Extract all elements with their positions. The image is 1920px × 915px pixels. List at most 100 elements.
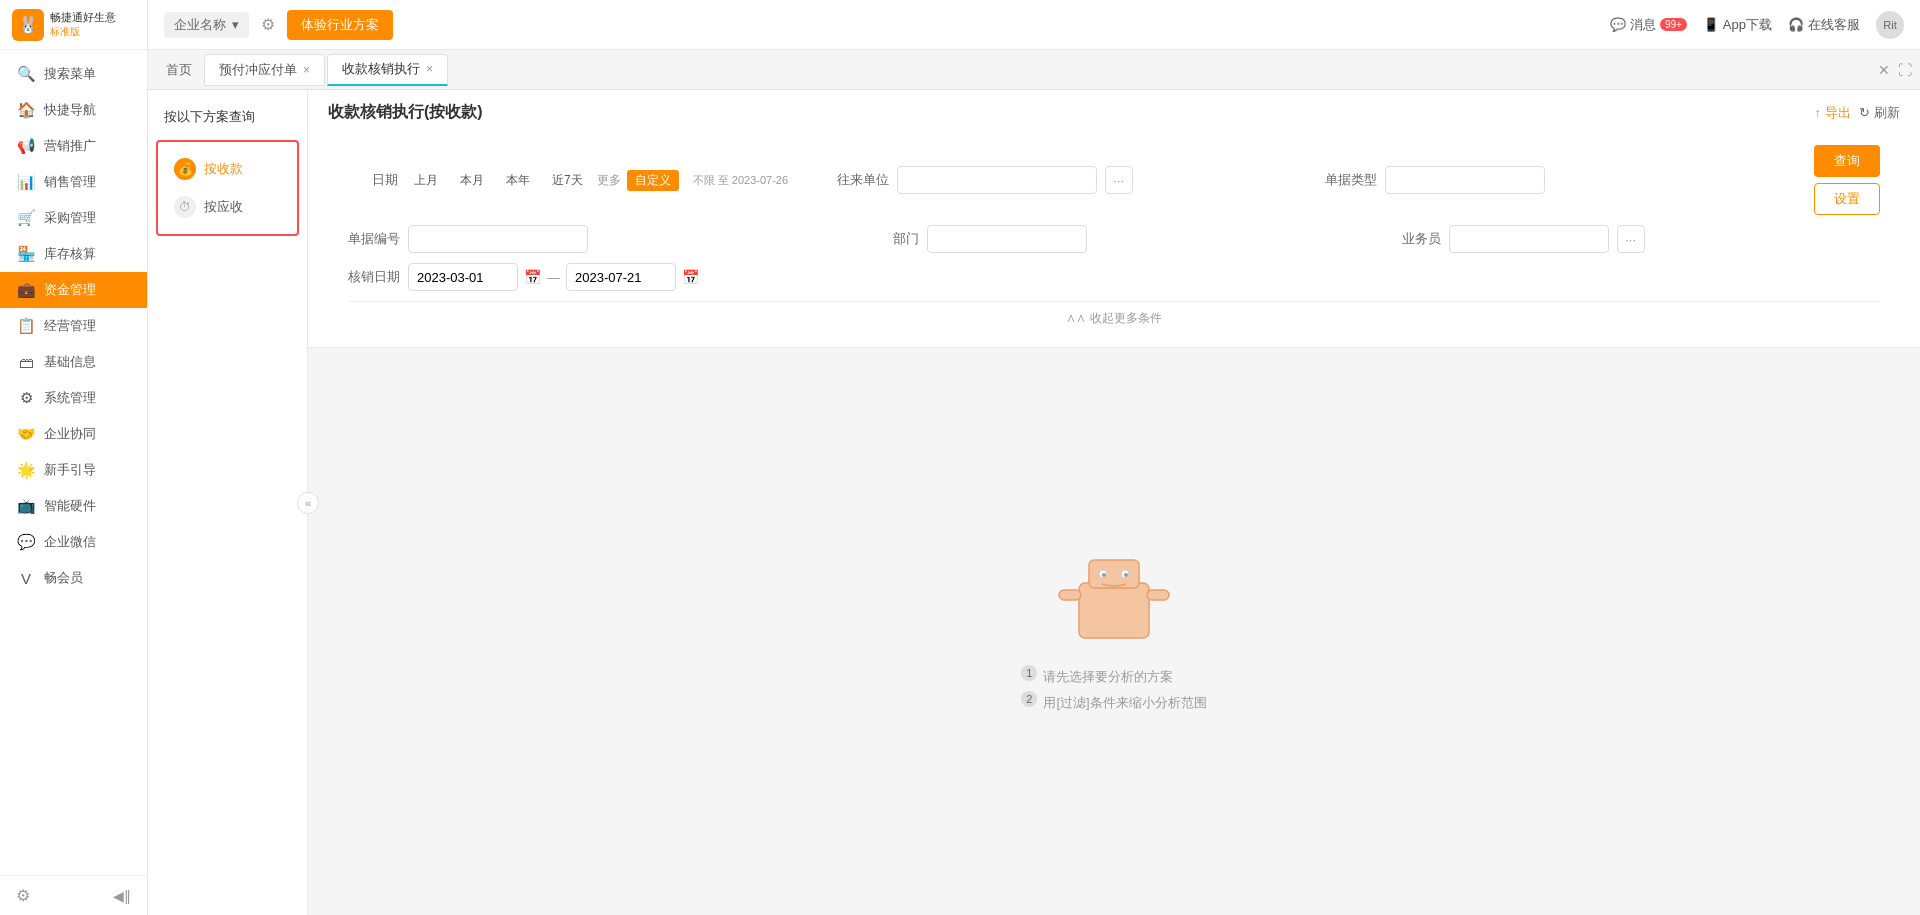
- refresh-button[interactable]: ↻ 刷新: [1859, 104, 1900, 122]
- sidebar-item-system[interactable]: ⚙ 系统管理: [0, 380, 147, 416]
- sidebar-item-wechat[interactable]: 💬 企业微信: [0, 524, 147, 560]
- writeoff-start-input[interactable]: [408, 263, 518, 291]
- filter-option-receivable-label: 按应收: [204, 198, 243, 216]
- sidebar-item-basic[interactable]: 🗃 基础信息: [0, 344, 147, 380]
- topbar-left: 企业名称 ▾ ⚙ 体验行业方案: [164, 10, 393, 40]
- filter-option-receivable[interactable]: ⏱ 按应收: [158, 188, 297, 226]
- settings-icon[interactable]: ⚙: [16, 886, 30, 905]
- sidebar-item-finance[interactable]: 💼 资金管理: [0, 272, 147, 308]
- page-header: 收款核销执行(按收款) ↑ 导出 ↻ 刷新: [308, 90, 1920, 348]
- collapse-more-button[interactable]: ∧∧ 收起更多条件: [348, 301, 1880, 337]
- sidebar-nav: 🔍 搜索菜单 🏠 快捷导航 📢 营销推广 📊 销售管理 🛒 采购管理 🏪 库存核…: [0, 50, 147, 875]
- panel-collapse-button[interactable]: «: [297, 492, 319, 514]
- counterpart-input[interactable]: [897, 166, 1097, 194]
- sidebar-item-purchase[interactable]: 🛒 采购管理: [0, 200, 147, 236]
- message-icon: 💬: [1610, 17, 1626, 32]
- system-icon: ⚙: [16, 389, 36, 407]
- app-download-item[interactable]: 📱 App下载: [1703, 16, 1772, 34]
- sidebar-item-marketing[interactable]: 📢 营销推广: [0, 128, 147, 164]
- sidebar-footer: ⚙ ◀‖: [0, 875, 147, 915]
- doc-type-select[interactable]: [1385, 166, 1545, 194]
- vip-icon: V: [16, 570, 36, 587]
- close-tab-icon[interactable]: ✕: [1878, 62, 1890, 78]
- svg-point-4: [1102, 573, 1106, 577]
- doc-number-col: 单据编号: [348, 225, 837, 253]
- sidebar-item-search[interactable]: 🔍 搜索菜单: [0, 56, 147, 92]
- sidebar-label-quicknav: 快捷导航: [44, 101, 96, 119]
- sidebar-item-guide[interactable]: 🌟 新手引导: [0, 452, 147, 488]
- dept-label: 部门: [869, 230, 919, 248]
- main-area: 企业名称 ▾ ⚙ 体验行业方案 💬 消息 99+ 📱 App下载 🎧 在线客服 …: [148, 0, 1920, 915]
- sidebar-label-inventory: 库存核算: [44, 245, 96, 263]
- date-tab-last-month[interactable]: 上月: [406, 170, 446, 191]
- setting-button[interactable]: 设置: [1814, 183, 1880, 215]
- chevron-down-icon: ▾: [232, 17, 239, 32]
- sidebar-label-vip: 畅会员: [44, 569, 83, 587]
- online-service-item[interactable]: 🎧 在线客服: [1788, 16, 1860, 34]
- maximize-icon[interactable]: ⛶: [1898, 62, 1912, 78]
- counterpart-label: 往来单位: [837, 171, 889, 189]
- sidebar-label-finance: 资金管理: [44, 281, 96, 299]
- filter-form: 日期 上月 本月 本年 近7天 更多 自定义 不限 至 2023-07-26: [328, 135, 1900, 347]
- writeoff-end-input[interactable]: [566, 263, 676, 291]
- sidebar-label-wechat: 企业微信: [44, 533, 96, 551]
- brand-selector[interactable]: 企业名称 ▾: [164, 12, 249, 38]
- app-download-label: App下载: [1723, 16, 1772, 34]
- sidebar-item-sales[interactable]: 📊 销售管理: [0, 164, 147, 200]
- calendar-start-icon[interactable]: 📅: [524, 269, 541, 285]
- writeoff-date-label: 核销日期: [348, 268, 400, 286]
- dept-select[interactable]: [927, 225, 1087, 253]
- export-button[interactable]: ↑ 导出: [1815, 104, 1852, 122]
- sidebar-label-operations: 经营管理: [44, 317, 96, 335]
- sidebar-label-marketing: 营销推广: [44, 137, 96, 155]
- sidebar-item-inventory[interactable]: 🏪 库存核算: [0, 236, 147, 272]
- message-item[interactable]: 💬 消息 99+: [1610, 16, 1687, 34]
- counterpart-ellipsis-btn[interactable]: ···: [1105, 166, 1133, 194]
- filter-option-receipt[interactable]: 💰 按收款: [158, 150, 297, 188]
- date-label: 日期: [348, 171, 398, 189]
- sidebar-item-quicknav[interactable]: 🏠 快捷导航: [0, 92, 147, 128]
- tab-prepay-close[interactable]: ×: [303, 63, 310, 77]
- guide-icon: 🌟: [16, 461, 36, 479]
- sidebar-label-search: 搜索菜单: [44, 65, 96, 83]
- sidebar-item-vip[interactable]: V 畅会员: [0, 560, 147, 596]
- inventory-icon: 🏪: [16, 245, 36, 263]
- tab-prepay[interactable]: 预付冲应付单 ×: [204, 54, 325, 86]
- home-icon: 🏠: [16, 101, 36, 119]
- sidebar-item-operations[interactable]: 📋 经营管理: [0, 308, 147, 344]
- finance-icon: 💼: [16, 281, 36, 299]
- sidebar-item-hardware[interactable]: 📺 智能硬件: [0, 488, 147, 524]
- query-button[interactable]: 查询: [1814, 145, 1880, 177]
- tab-home[interactable]: 首页: [156, 61, 202, 79]
- date-tab-this-year[interactable]: 本年: [498, 170, 538, 191]
- staff-ellipsis-btn[interactable]: ···: [1617, 225, 1645, 253]
- svg-rect-7: [1147, 590, 1169, 600]
- date-tab-more[interactable]: 更多: [597, 172, 621, 189]
- collapse-sidebar-icon[interactable]: ◀‖: [113, 888, 131, 904]
- doc-type-col: 单据类型: [1325, 166, 1782, 194]
- dept-col: 部门: [869, 225, 1358, 253]
- tip-num-2: 2: [1021, 691, 1037, 707]
- calendar-end-icon[interactable]: 📅: [682, 269, 699, 285]
- hardware-icon: 📺: [16, 497, 36, 515]
- sidebar-label-hardware: 智能硬件: [44, 497, 96, 515]
- staff-input[interactable]: [1449, 225, 1609, 253]
- date-tab-7days[interactable]: 近7天: [544, 170, 591, 191]
- staff-col: 业务员 ···: [1391, 225, 1880, 253]
- sidebar-label-purchase: 采购管理: [44, 209, 96, 227]
- sidebar-item-corp[interactable]: 🤝 企业协同: [0, 416, 147, 452]
- gear-icon[interactable]: ⚙: [261, 15, 275, 34]
- tip-num-1: 1: [1021, 665, 1037, 681]
- user-avatar[interactable]: Rit: [1876, 11, 1904, 39]
- operations-icon: 📋: [16, 317, 36, 335]
- doc-number-input[interactable]: [408, 225, 588, 253]
- date-separator: —: [547, 270, 560, 285]
- empty-illustration: [1054, 548, 1174, 648]
- tab-writeoff[interactable]: 收款核销执行 ×: [327, 54, 448, 86]
- svg-rect-0: [1079, 583, 1149, 638]
- date-tab-this-month[interactable]: 本月: [452, 170, 492, 191]
- tab-writeoff-close[interactable]: ×: [426, 62, 433, 76]
- solution-button[interactable]: 体验行业方案: [287, 10, 393, 40]
- logo-name: 畅捷通好生意: [50, 10, 116, 24]
- date-tab-custom[interactable]: 自定义: [627, 170, 679, 191]
